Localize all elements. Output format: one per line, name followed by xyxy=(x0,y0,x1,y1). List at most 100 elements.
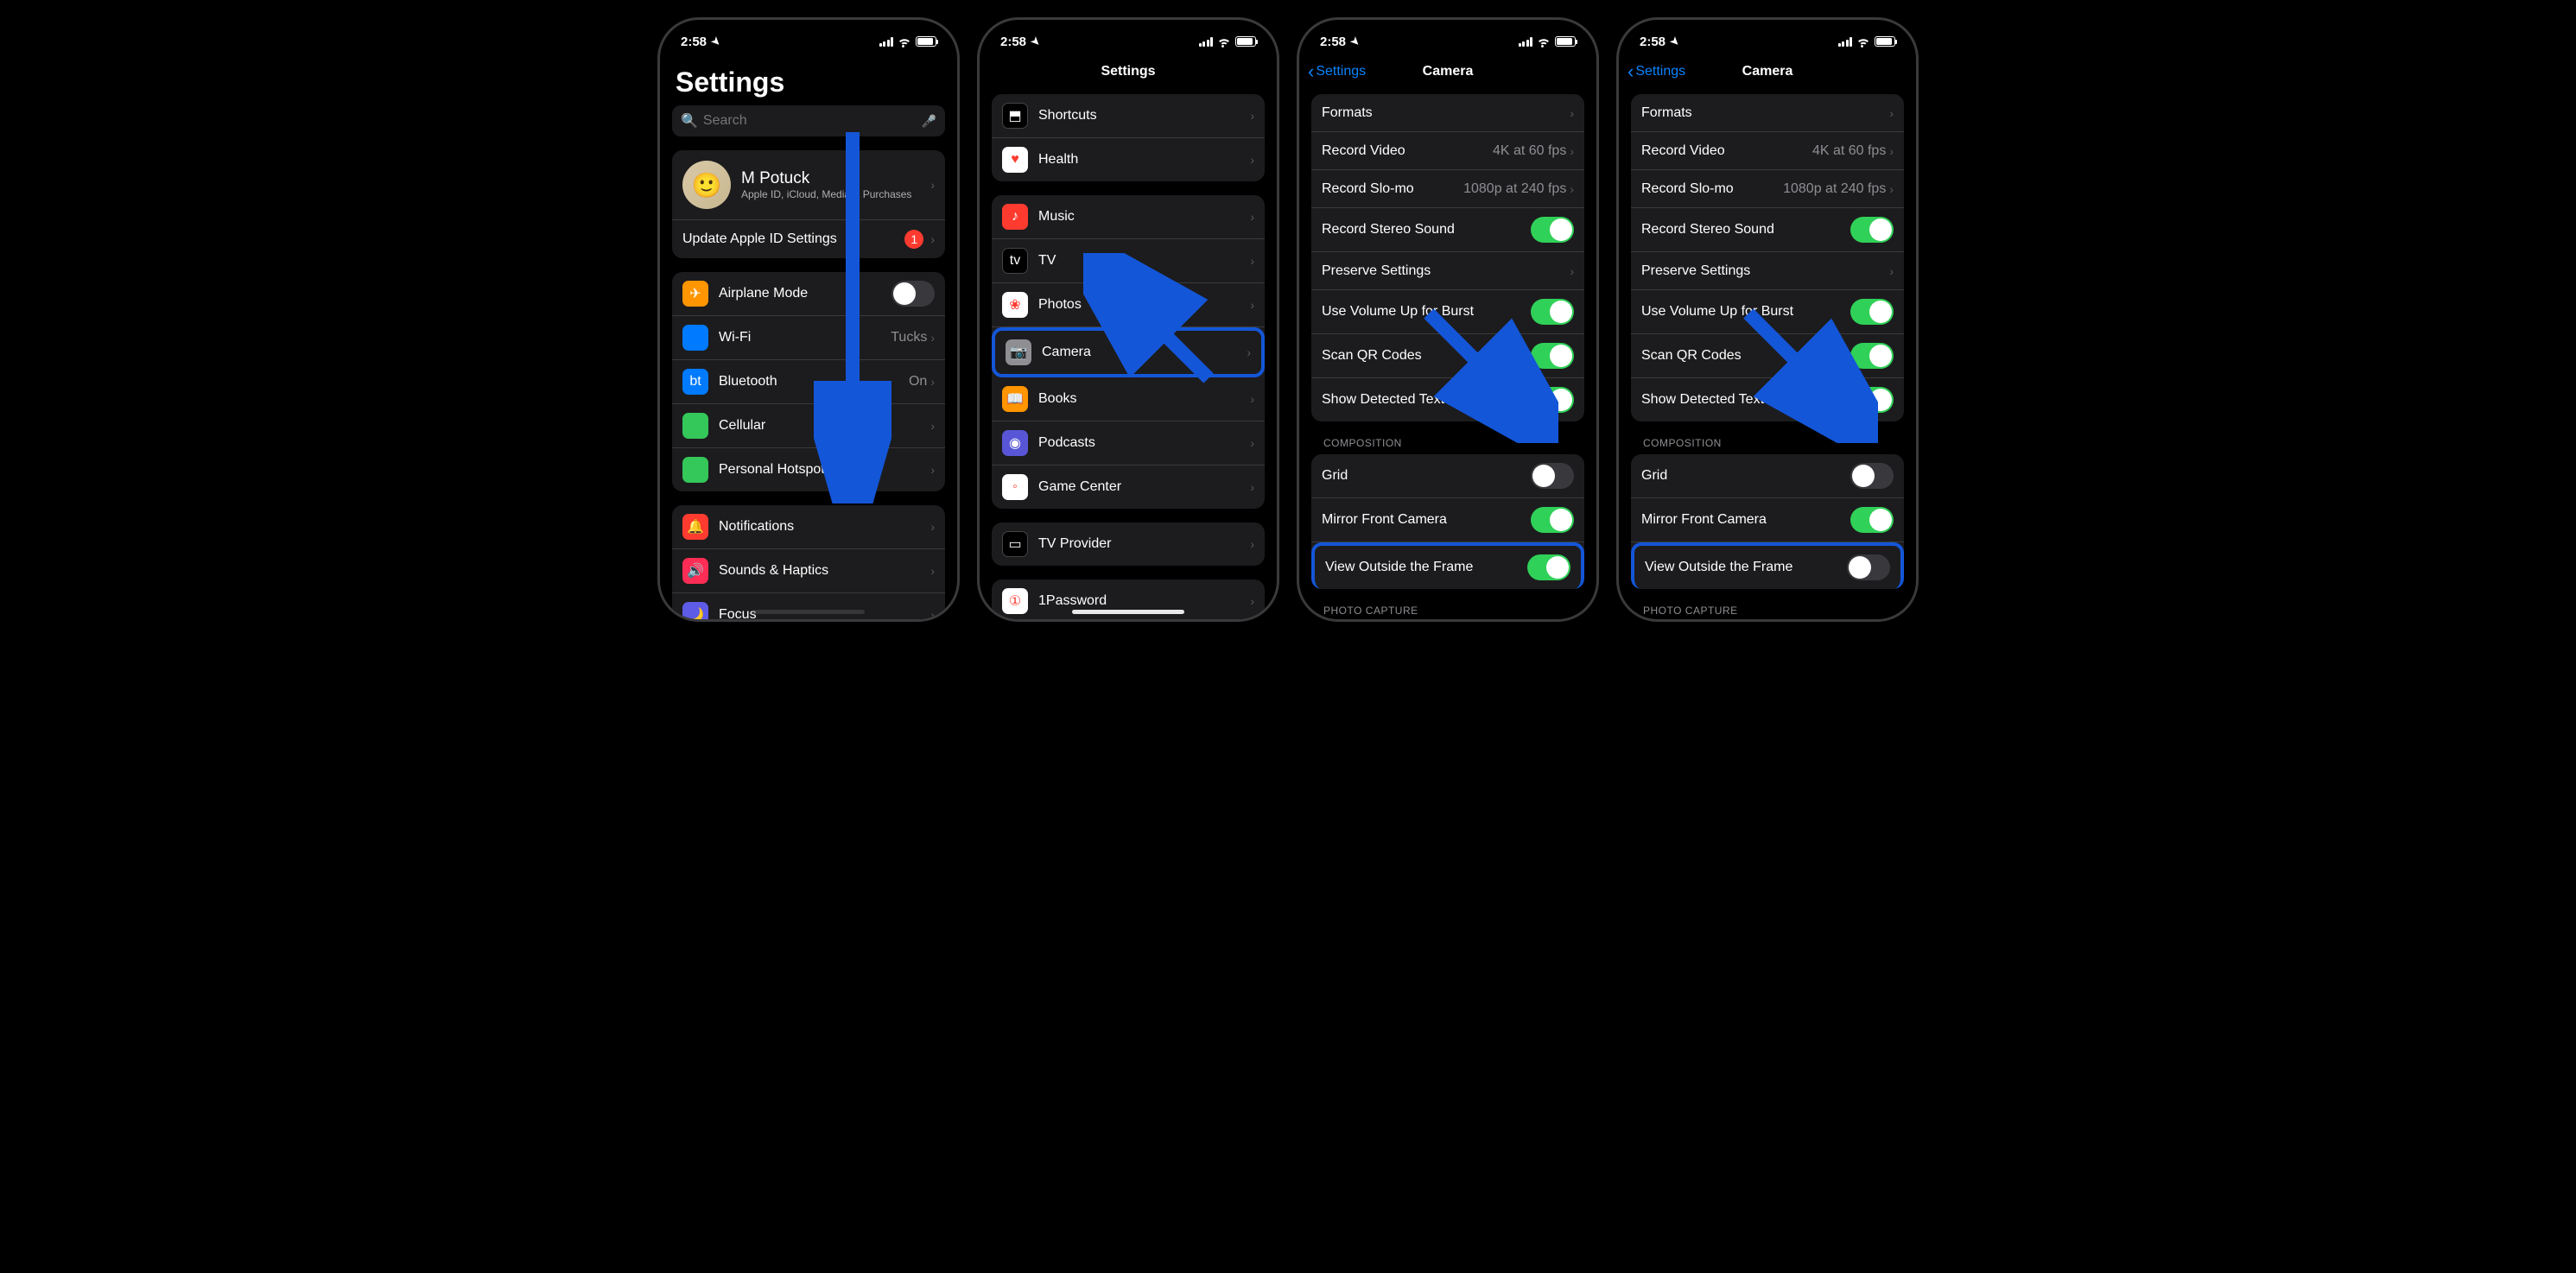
settings-row-sounds-&-haptics[interactable]: 🔊 Sounds & Haptics › xyxy=(672,549,945,593)
battery-icon xyxy=(1555,36,1576,47)
row-label: Wi-Fi xyxy=(719,330,891,345)
row-detail: 4K at 60 fps xyxy=(1812,143,1886,159)
chevron-right-icon: › xyxy=(1570,106,1574,120)
camera-row-record-stereo-sound[interactable]: Record Stereo Sound xyxy=(1311,208,1584,252)
settings-row-airplane-mode[interactable]: ✈︎ Airplane Mode xyxy=(672,272,945,316)
row-label: Preserve Settings xyxy=(1322,263,1566,279)
toggle-view-outside-the-frame[interactable] xyxy=(1847,554,1890,580)
camera-row-grid[interactable]: Grid xyxy=(1631,454,1904,498)
row-label: Camera xyxy=(1042,345,1247,360)
camera-row-show-detected-text[interactable]: Show Detected Text xyxy=(1311,378,1584,421)
row-label: Record Slo-mo xyxy=(1322,181,1463,197)
settings-row-cellular[interactable]: Cellular › xyxy=(672,404,945,448)
camera-row-mirror-front-camera[interactable]: Mirror Front Camera xyxy=(1631,498,1904,542)
toggle-show-detected-text[interactable] xyxy=(1531,387,1574,413)
sounds-&-haptics-icon: 🔊 xyxy=(682,558,708,584)
back-button[interactable]: ‹ Settings xyxy=(1308,62,1366,81)
airplane-mode-icon: ✈︎ xyxy=(682,281,708,307)
row-label: Personal Hotspot xyxy=(719,462,927,478)
camera-row-show-detected-text[interactable]: Show Detected Text xyxy=(1631,378,1904,421)
search-input[interactable] xyxy=(703,113,917,129)
camera-row-scan-qr-codes[interactable]: Scan QR Codes xyxy=(1631,334,1904,378)
settings-row-photos[interactable]: ❀ Photos › xyxy=(992,283,1265,327)
settings-row-personal-hotspot[interactable]: Personal Hotspot › xyxy=(672,448,945,491)
search-bar[interactable]: 🔍 🎤 xyxy=(672,105,945,136)
camera-row-preserve-settings[interactable]: Preserve Settings› xyxy=(1631,252,1904,290)
toggle-use-volume-up-for-burst[interactable] xyxy=(1850,299,1894,325)
toggle-mirror-front-camera[interactable] xyxy=(1850,507,1894,533)
camera-row-scan-qr-codes[interactable]: Scan QR Codes xyxy=(1311,334,1584,378)
battery-icon xyxy=(916,36,936,47)
home-indicator[interactable] xyxy=(1072,610,1184,614)
camera-row-record-video[interactable]: Record Video4K at 60 fps› xyxy=(1311,132,1584,170)
toggle-record-stereo-sound[interactable] xyxy=(1531,217,1574,243)
settings-row-tv-provider[interactable]: ▭ TV Provider › xyxy=(992,522,1265,566)
chevron-right-icon: › xyxy=(1250,537,1254,551)
settings-row-focus[interactable]: 🌙 Focus › xyxy=(672,593,945,619)
settings-row-camera[interactable]: 📷 Camera › xyxy=(992,327,1265,377)
chevron-right-icon: › xyxy=(1889,264,1894,278)
camera-row-record-slo-mo[interactable]: Record Slo-mo1080p at 240 fps› xyxy=(1311,170,1584,208)
camera-row-view-outside-the-frame[interactable]: View Outside the Frame xyxy=(1631,542,1904,589)
settings-row-podcasts[interactable]: ◉ Podcasts › xyxy=(992,421,1265,466)
section-header-composition: COMPOSITION xyxy=(1643,437,1904,449)
update-apple-id-row[interactable]: Update Apple ID Settings 1 › xyxy=(672,220,945,258)
chevron-right-icon: › xyxy=(1250,254,1254,268)
camera-row-use-volume-up-for-burst[interactable]: Use Volume Up for Burst xyxy=(1631,290,1904,334)
toggle-airplane-mode[interactable] xyxy=(891,281,935,307)
search-icon: 🔍 xyxy=(681,112,698,130)
camera-row-formats[interactable]: Formats› xyxy=(1631,94,1904,132)
toggle-scan-qr-codes[interactable] xyxy=(1850,343,1894,369)
nav-title: Settings xyxy=(1101,64,1155,79)
wifi-icon xyxy=(1537,36,1551,47)
settings-row-wi-fi[interactable]: Wi-Fi Tucks› xyxy=(672,316,945,360)
camera-row-view-outside-the-frame[interactable]: View Outside the Frame xyxy=(1311,542,1584,589)
toggle-record-stereo-sound[interactable] xyxy=(1850,217,1894,243)
camera-row-preserve-settings[interactable]: Preserve Settings› xyxy=(1311,252,1584,290)
back-button[interactable]: ‹ Settings xyxy=(1627,62,1685,81)
camera-row-formats[interactable]: Formats› xyxy=(1311,94,1584,132)
toggle-grid[interactable] xyxy=(1531,463,1574,489)
row-label: Photos xyxy=(1038,297,1250,313)
camera-row-record-stereo-sound[interactable]: Record Stereo Sound xyxy=(1631,208,1904,252)
row-label: Record Video xyxy=(1641,143,1812,159)
camera-row-record-video[interactable]: Record Video4K at 60 fps› xyxy=(1631,132,1904,170)
location-icon: ➤ xyxy=(709,34,724,48)
camera-row-grid[interactable]: Grid xyxy=(1311,454,1584,498)
apple-id-row[interactable]: 🙂 M Potuck Apple ID, iCloud, Media & Pur… xyxy=(672,150,945,220)
battery-icon xyxy=(1875,36,1895,47)
home-indicator[interactable] xyxy=(752,610,865,614)
row-detail: 1080p at 240 fps xyxy=(1783,181,1886,197)
row-label: Show Detected Text xyxy=(1322,392,1531,408)
mic-icon[interactable]: 🎤 xyxy=(922,114,936,129)
toggle-use-volume-up-for-burst[interactable] xyxy=(1531,299,1574,325)
settings-row-bluetooth[interactable]: bt Bluetooth On› xyxy=(672,360,945,404)
nav-bar: ‹ Settings Camera xyxy=(1299,54,1596,89)
toggle-grid[interactable] xyxy=(1850,463,1894,489)
chevron-right-icon: › xyxy=(1889,182,1894,196)
row-label: TV Provider xyxy=(1038,536,1250,552)
settings-row-notifications[interactable]: 🔔 Notifications › xyxy=(672,505,945,549)
toggle-show-detected-text[interactable] xyxy=(1850,387,1894,413)
row-label: Mirror Front Camera xyxy=(1322,512,1531,528)
toggle-mirror-front-camera[interactable] xyxy=(1531,507,1574,533)
toggle-view-outside-the-frame[interactable] xyxy=(1527,554,1570,580)
settings-row-tv[interactable]: tv TV › xyxy=(992,239,1265,283)
settings-row-game-center[interactable]: ◦ Game Center › xyxy=(992,466,1265,509)
chevron-right-icon: › xyxy=(1250,436,1254,450)
wifi-icon xyxy=(1217,36,1231,47)
row-label: Record Stereo Sound xyxy=(1641,222,1850,238)
row-label: Airplane Mode xyxy=(719,286,891,301)
row-label: Grid xyxy=(1322,468,1531,484)
settings-row-music[interactable]: ♪ Music › xyxy=(992,195,1265,239)
camera-row-record-slo-mo[interactable]: Record Slo-mo1080p at 240 fps› xyxy=(1631,170,1904,208)
section-header-photo-capture: PHOTO CAPTURE xyxy=(1643,605,1904,617)
camera-row-mirror-front-camera[interactable]: Mirror Front Camera xyxy=(1311,498,1584,542)
settings-row-health[interactable]: ♥ Health › xyxy=(992,138,1265,181)
wi-fi-icon xyxy=(682,325,708,351)
camera-row-use-volume-up-for-burst[interactable]: Use Volume Up for Burst xyxy=(1311,290,1584,334)
toggle-scan-qr-codes[interactable] xyxy=(1531,343,1574,369)
settings-row-shortcuts[interactable]: ⬒ Shortcuts › xyxy=(992,94,1265,138)
settings-row-books[interactable]: 📖 Books › xyxy=(992,377,1265,421)
phone-2-settings-scroll: 2:58 ➤ Settings ⬒ Shortcuts › ♥ Health ›… xyxy=(977,17,1279,622)
